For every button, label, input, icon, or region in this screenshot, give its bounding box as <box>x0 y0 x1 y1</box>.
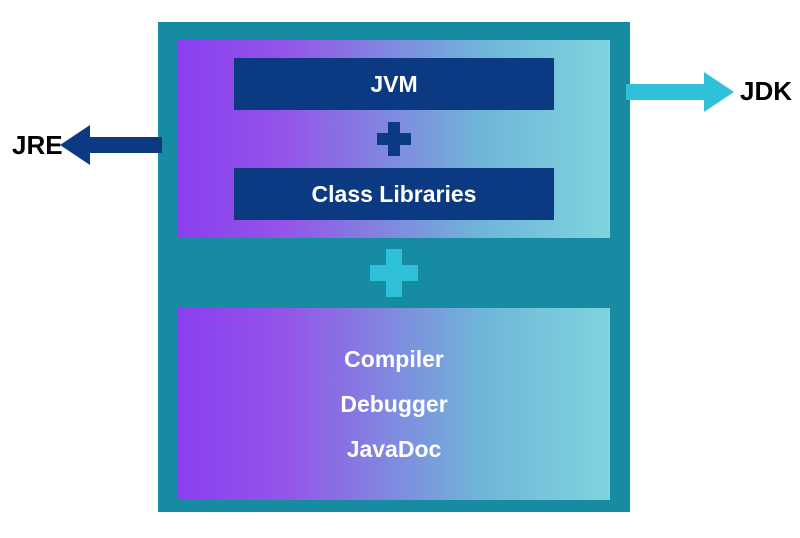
jdk-container: JVM Class Libraries Compiler Debugger Ja… <box>158 22 630 512</box>
jre-block: JVM Class Libraries <box>178 40 610 238</box>
arrow-left-icon <box>60 123 162 167</box>
jvm-box: JVM <box>234 58 554 110</box>
arrow-right-icon <box>626 70 734 114</box>
tools-block: Compiler Debugger JavaDoc <box>178 308 610 500</box>
class-libraries-box: Class Libraries <box>234 168 554 220</box>
plus-icon-large <box>367 246 421 300</box>
class-libraries-label: Class Libraries <box>312 181 477 208</box>
compiler-label: Compiler <box>344 346 444 373</box>
jre-outer-label: JRE <box>12 130 63 161</box>
debugger-label: Debugger <box>340 391 447 418</box>
javadoc-label: JavaDoc <box>347 436 442 463</box>
jvm-label: JVM <box>370 71 417 98</box>
plus-icon <box>375 120 413 158</box>
jdk-outer-label: JDK <box>740 76 792 107</box>
